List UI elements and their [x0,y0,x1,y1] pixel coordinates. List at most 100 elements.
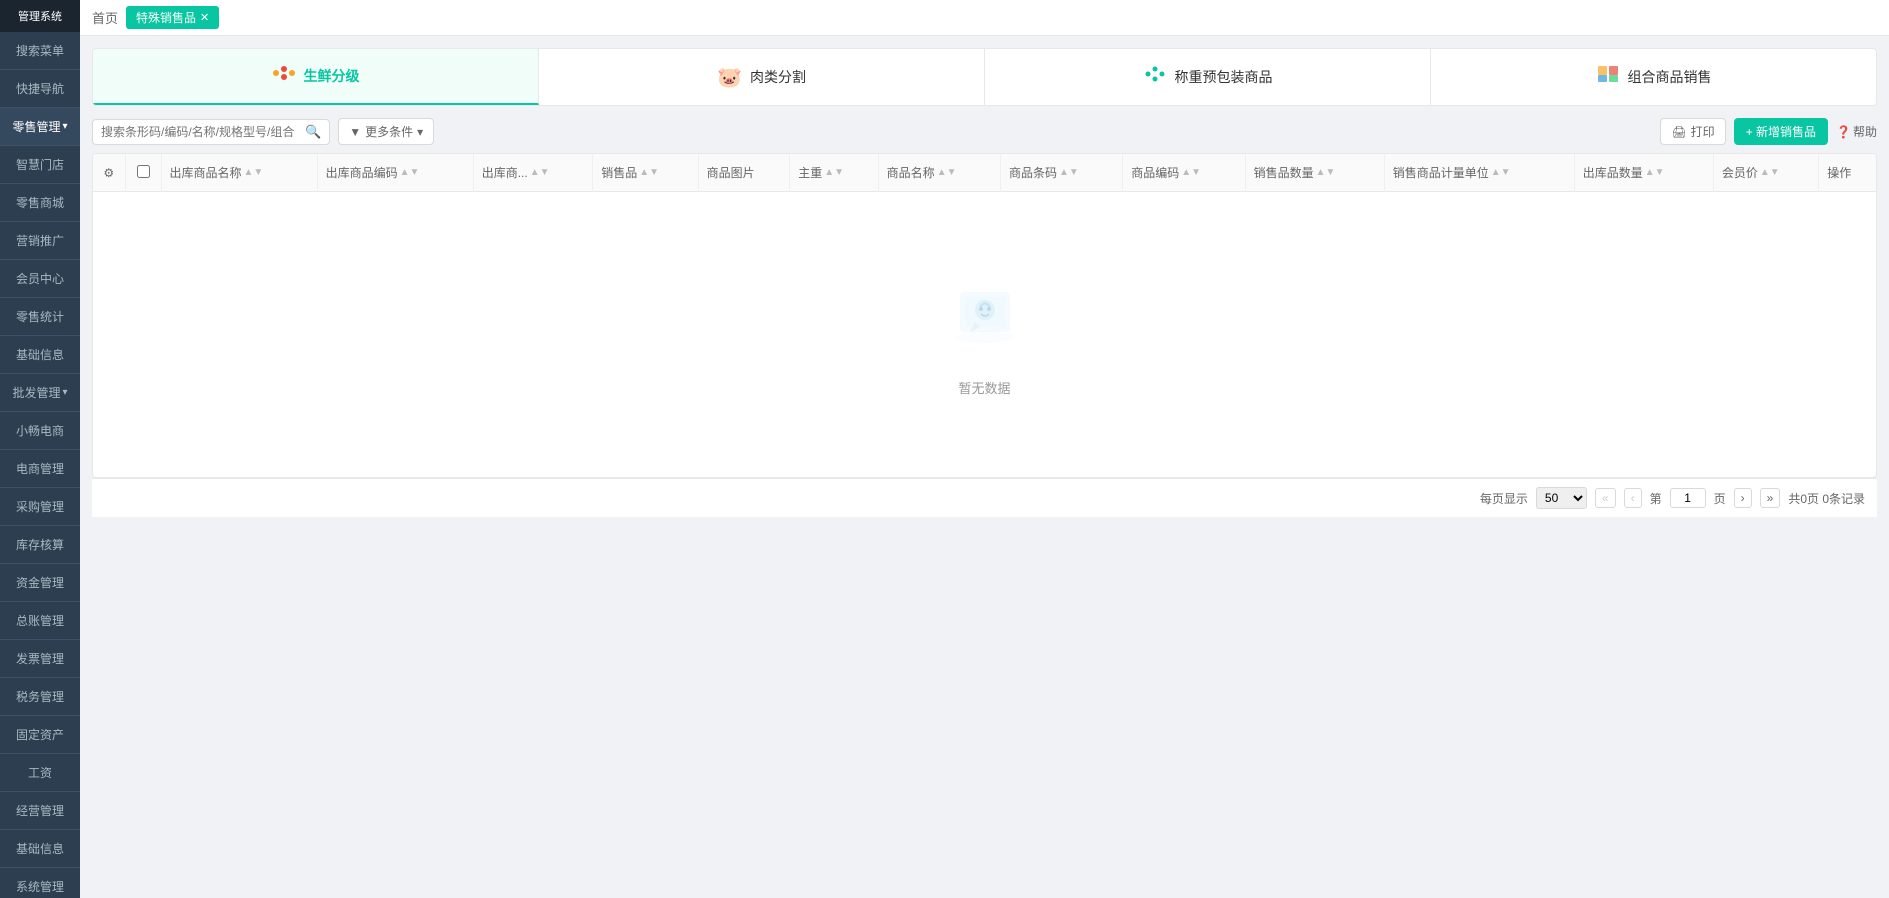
cat-tab-fresh-grading[interactable]: 生鲜分级 [93,49,539,105]
empty-state: 暂无数据 [93,192,1876,477]
weight-package-icon [1143,64,1167,90]
filter-label: 更多条件 [365,123,413,140]
cat-tab-combo-sales[interactable]: 组合商品销售 [1431,49,1876,105]
top-bar: 首页 特殊销售品 ✕ [80,0,1889,36]
combo-sales-icon [1596,64,1620,90]
sort-icon: ▲▼ [1316,168,1336,178]
th-out-product-code: 出库商品编码 ▲▼ [317,154,473,192]
th-action: 操作 [1819,154,1876,192]
sort-icon: ▲▼ [244,168,264,178]
print-button[interactable]: 🖨 打印 [1660,118,1725,145]
sidebar-item-member-center[interactable]: 会员中心 [0,260,80,298]
search-box[interactable]: 🔍 [92,119,330,145]
empty-state-icon [945,272,1025,366]
sidebar-item-finance-mgmt[interactable]: 资金管理 [0,564,80,602]
sidebar-item-salary[interactable]: 工资 [0,754,80,792]
sidebar-item-invoice-mgmt[interactable]: 发票管理 [0,640,80,678]
th-settings[interactable]: ⚙ [93,154,125,192]
next-page-button[interactable]: › [1734,488,1752,508]
sidebar-item-retail-stats[interactable]: 零售统计 [0,298,80,336]
sort-icon: ▲▼ [639,168,659,178]
sidebar-item-retail-mall[interactable]: 零售商城 [0,184,80,222]
sidebar-item-quick-nav[interactable]: 快捷导航 [0,70,80,108]
active-tab-label: 特殊销售品 [136,9,196,26]
sidebar-item-ecommerce-mgmt[interactable]: 电商管理 [0,450,80,488]
chevron-down-icon: ▾ [62,387,67,398]
th-sales-product: 销售品 ▲▼ [593,154,698,192]
page-size-select[interactable]: 50 10 20 100 [1536,487,1587,509]
th-product-image: 商品图片 [698,154,790,192]
new-sales-label: + 新增销售品 [1746,123,1816,140]
empty-state-row: 暂无数据 [93,192,1876,478]
sort-icon: ▲▼ [530,168,550,178]
sidebar-item-smart-store[interactable]: 智慧门店 [0,146,80,184]
sidebar-item-basic-info1[interactable]: 基础信息 [0,336,80,374]
help-button[interactable]: ❓ 帮助 [1836,123,1877,140]
sidebar-logo: 管理系统 [0,0,80,32]
page-number-input[interactable] [1670,488,1706,508]
page-label-prefix: 第 [1650,490,1662,507]
first-page-button[interactable]: « [1595,488,1616,508]
fresh-grading-icon [272,63,296,89]
toolbar-left: 🔍 ▼ 更多条件 ▾ [92,118,434,145]
breadcrumb-home[interactable]: 首页 [92,8,118,27]
sort-icon: ▲▼ [1181,168,1201,178]
data-table: ⚙ 出库商品名称 ▲▼ 出库 [93,154,1876,477]
filter-button[interactable]: ▼ 更多条件 ▾ [338,118,434,145]
close-tab-icon[interactable]: ✕ [200,11,209,24]
search-icon: 🔍 [305,124,321,140]
sidebar-item-marketing[interactable]: 营销推广 [0,222,80,260]
pagination: 每页显示 50 10 20 100 « ‹ 第 页 › » 共0页 0条记录 [92,478,1877,517]
new-sales-button[interactable]: + 新增销售品 [1734,118,1828,145]
th-main-weight: 主重 ▲▼ [790,154,878,192]
page-label-suffix: 页 [1714,490,1726,507]
page-size-label: 每页显示 [1480,490,1528,507]
table-settings-icon[interactable]: ⚙ [103,166,114,180]
sidebar-item-mini-ecommerce[interactable]: 小畅电商 [0,412,80,450]
help-icon: ❓ [1836,125,1851,139]
th-sales-qty: 销售品数量 ▲▼ [1245,154,1384,192]
sidebar-item-purchase-mgmt[interactable]: 采购管理 [0,488,80,526]
cat-tab-weight-package[interactable]: 称重预包装商品 [985,49,1431,105]
sidebar-item-operation-mgmt[interactable]: 经营管理 [0,792,80,830]
sidebar-item-accounting-mgmt[interactable]: 总账管理 [0,602,80,640]
sidebar-item-basic-info2[interactable]: 基础信息 [0,830,80,868]
sidebar: 管理系统 搜索菜单 快捷导航 零售管理 ▾ 智慧门店 零售商城 营销推广 会员中… [0,0,80,898]
toolbar-right: 🖨 打印 + 新增销售品 ❓ 帮助 [1660,118,1877,145]
print-icon: 🖨 [1671,125,1686,139]
select-all-checkbox[interactable] [137,165,150,178]
active-tab-tag[interactable]: 特殊销售品 ✕ [126,6,219,29]
sort-icon: ▲▼ [400,168,420,178]
prev-page-button[interactable]: ‹ [1624,488,1642,508]
sidebar-item-wholesale-mgmt[interactable]: 批发管理 ▾ [0,374,80,412]
th-product-code: 商品编码 ▲▼ [1123,154,1245,192]
cat-tab-meat-cutting[interactable]: 🐷 肉类分割 [539,49,985,105]
cat-tab-meat-cutting-label: 肉类分割 [750,67,806,87]
toolbar: 🔍 ▼ 更多条件 ▾ 🖨 打印 + 新增销售品 ❓ 帮助 [92,118,1877,145]
filter-arrow-icon: ▾ [417,125,423,139]
sort-icon: ▲▼ [1760,168,1780,178]
th-member-price: 会员价 ▲▼ [1713,154,1818,192]
sidebar-item-system-mgmt[interactable]: 系统管理 [0,868,80,898]
help-label: 帮助 [1853,123,1877,140]
th-product-barcode: 商品条码 ▲▼ [1000,154,1122,192]
print-label: 打印 [1691,123,1715,140]
search-input[interactable] [101,125,301,139]
meat-cutting-icon: 🐷 [717,65,742,90]
sort-icon: ▲▼ [937,168,957,178]
sidebar-item-inventory-check[interactable]: 库存核算 [0,526,80,564]
sidebar-item-tax-mgmt[interactable]: 税务管理 [0,678,80,716]
table-header-row: ⚙ 出库商品名称 ▲▼ 出库 [93,154,1876,192]
empty-state-text: 暂无数据 [958,378,1010,397]
cat-tab-fresh-grading-label: 生鲜分级 [304,66,360,86]
sort-icon: ▲▼ [824,168,844,178]
th-out-product-name: 出库商品名称 ▲▼ [161,154,317,192]
th-checkbox[interactable] [125,154,161,192]
filter-icon: ▼ [349,125,361,139]
sidebar-item-search-menu[interactable]: 搜索菜单 [0,32,80,70]
sidebar-item-retail-mgmt[interactable]: 零售管理 ▾ [0,108,80,146]
last-page-button[interactable]: » [1760,488,1781,508]
th-product-name: 商品名称 ▲▼ [878,154,1000,192]
category-tabs: 生鲜分级 🐷 肉类分割 称重预包装商品 [92,48,1877,106]
sidebar-item-fixed-assets[interactable]: 固定资产 [0,716,80,754]
